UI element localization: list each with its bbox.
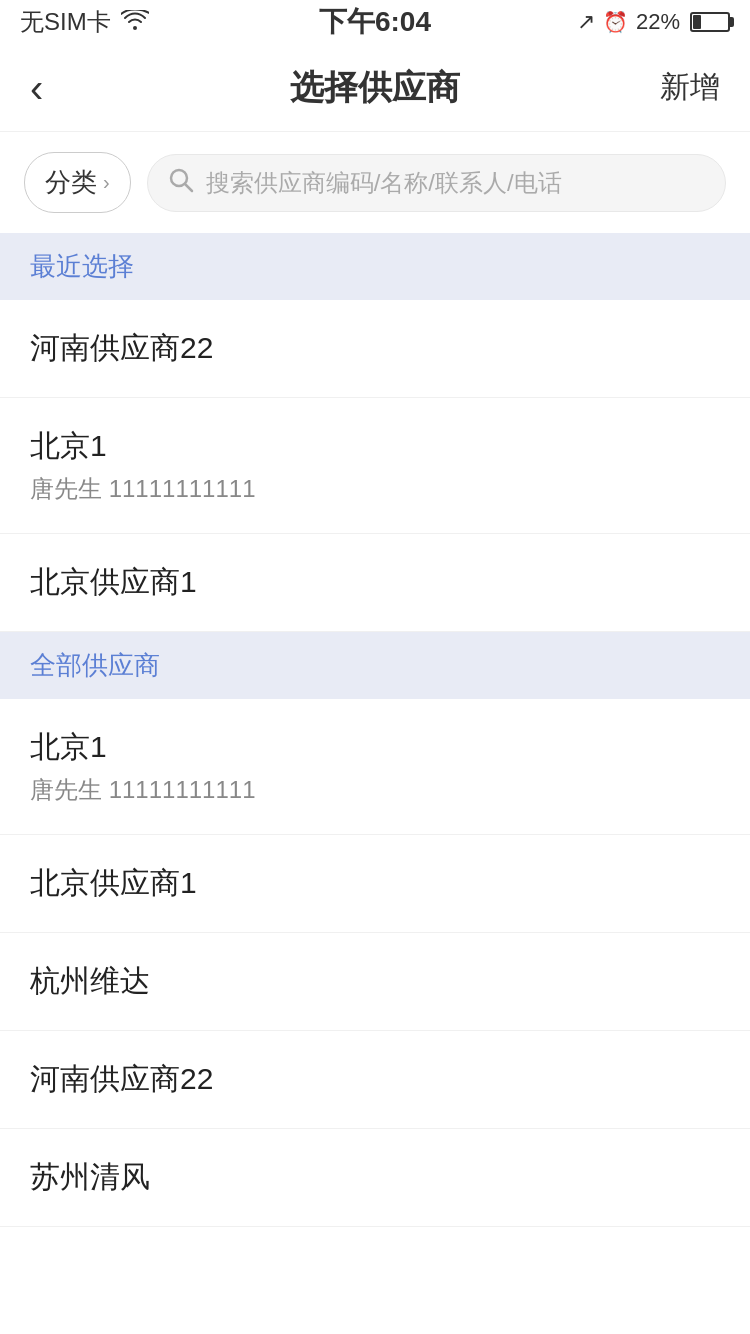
recent-list: 河南供应商22 北京1 唐先生 11111111111 北京供应商1 bbox=[0, 300, 750, 632]
list-item[interactable]: 北京供应商1 bbox=[0, 534, 750, 632]
all-section-label: 全部供应商 bbox=[30, 650, 160, 680]
category-filter-button[interactable]: 分类 › bbox=[24, 152, 131, 213]
status-time: 下午6:04 bbox=[319, 3, 431, 41]
battery-icon bbox=[690, 12, 730, 32]
category-label: 分类 bbox=[45, 165, 97, 200]
all-list: 北京1 唐先生 11111111111 北京供应商1 杭州维达 河南供应商22 … bbox=[0, 699, 750, 1227]
list-item[interactable]: 北京1 唐先生 11111111111 bbox=[0, 699, 750, 835]
item-name: 北京1 bbox=[30, 426, 720, 467]
list-item[interactable]: 河南供应商22 bbox=[0, 300, 750, 398]
alarm-icon: ⏰ bbox=[603, 10, 628, 34]
recent-section-label: 最近选择 bbox=[30, 251, 134, 281]
recent-section-header: 最近选择 bbox=[0, 233, 750, 300]
filter-bar: 分类 › 搜索供应商编码/名称/联系人/电话 bbox=[0, 132, 750, 233]
battery-percent: 22% bbox=[636, 9, 680, 35]
carrier-text: 无SIM卡 bbox=[20, 6, 111, 38]
item-contact: 唐先生 11111111111 bbox=[30, 774, 720, 806]
chevron-right-icon: › bbox=[103, 171, 110, 194]
svg-line-1 bbox=[185, 184, 192, 191]
status-left: 无SIM卡 bbox=[20, 6, 149, 38]
list-item[interactable]: 苏州清风 bbox=[0, 1129, 750, 1227]
item-name: 北京1 bbox=[30, 727, 720, 768]
list-item[interactable]: 河南供应商22 bbox=[0, 1031, 750, 1129]
nav-bar: ‹ 选择供应商 新增 bbox=[0, 44, 750, 132]
list-item[interactable]: 北京1 唐先生 11111111111 bbox=[0, 398, 750, 534]
list-item[interactable]: 北京供应商1 bbox=[0, 835, 750, 933]
status-bar: 无SIM卡 下午6:04 ↗ ⏰ 22% bbox=[0, 0, 750, 44]
item-name: 苏州清风 bbox=[30, 1157, 720, 1198]
item-name: 河南供应商22 bbox=[30, 1059, 720, 1100]
search-placeholder: 搜索供应商编码/名称/联系人/电话 bbox=[206, 167, 562, 199]
item-name: 北京供应商1 bbox=[30, 562, 720, 603]
item-name: 杭州维达 bbox=[30, 961, 720, 1002]
page-title: 选择供应商 bbox=[290, 65, 460, 111]
add-button[interactable]: 新增 bbox=[660, 67, 720, 108]
wifi-icon bbox=[121, 8, 149, 36]
status-right: ↗ ⏰ 22% bbox=[577, 9, 730, 35]
back-button[interactable]: ‹ bbox=[30, 68, 43, 108]
item-name: 北京供应商1 bbox=[30, 863, 720, 904]
list-item[interactable]: 杭州维达 bbox=[0, 933, 750, 1031]
item-contact: 唐先生 11111111111 bbox=[30, 473, 720, 505]
item-name: 河南供应商22 bbox=[30, 328, 720, 369]
search-icon bbox=[168, 167, 194, 199]
location-icon: ↗ bbox=[577, 9, 595, 35]
search-box[interactable]: 搜索供应商编码/名称/联系人/电话 bbox=[147, 154, 726, 212]
all-section-header: 全部供应商 bbox=[0, 632, 750, 699]
